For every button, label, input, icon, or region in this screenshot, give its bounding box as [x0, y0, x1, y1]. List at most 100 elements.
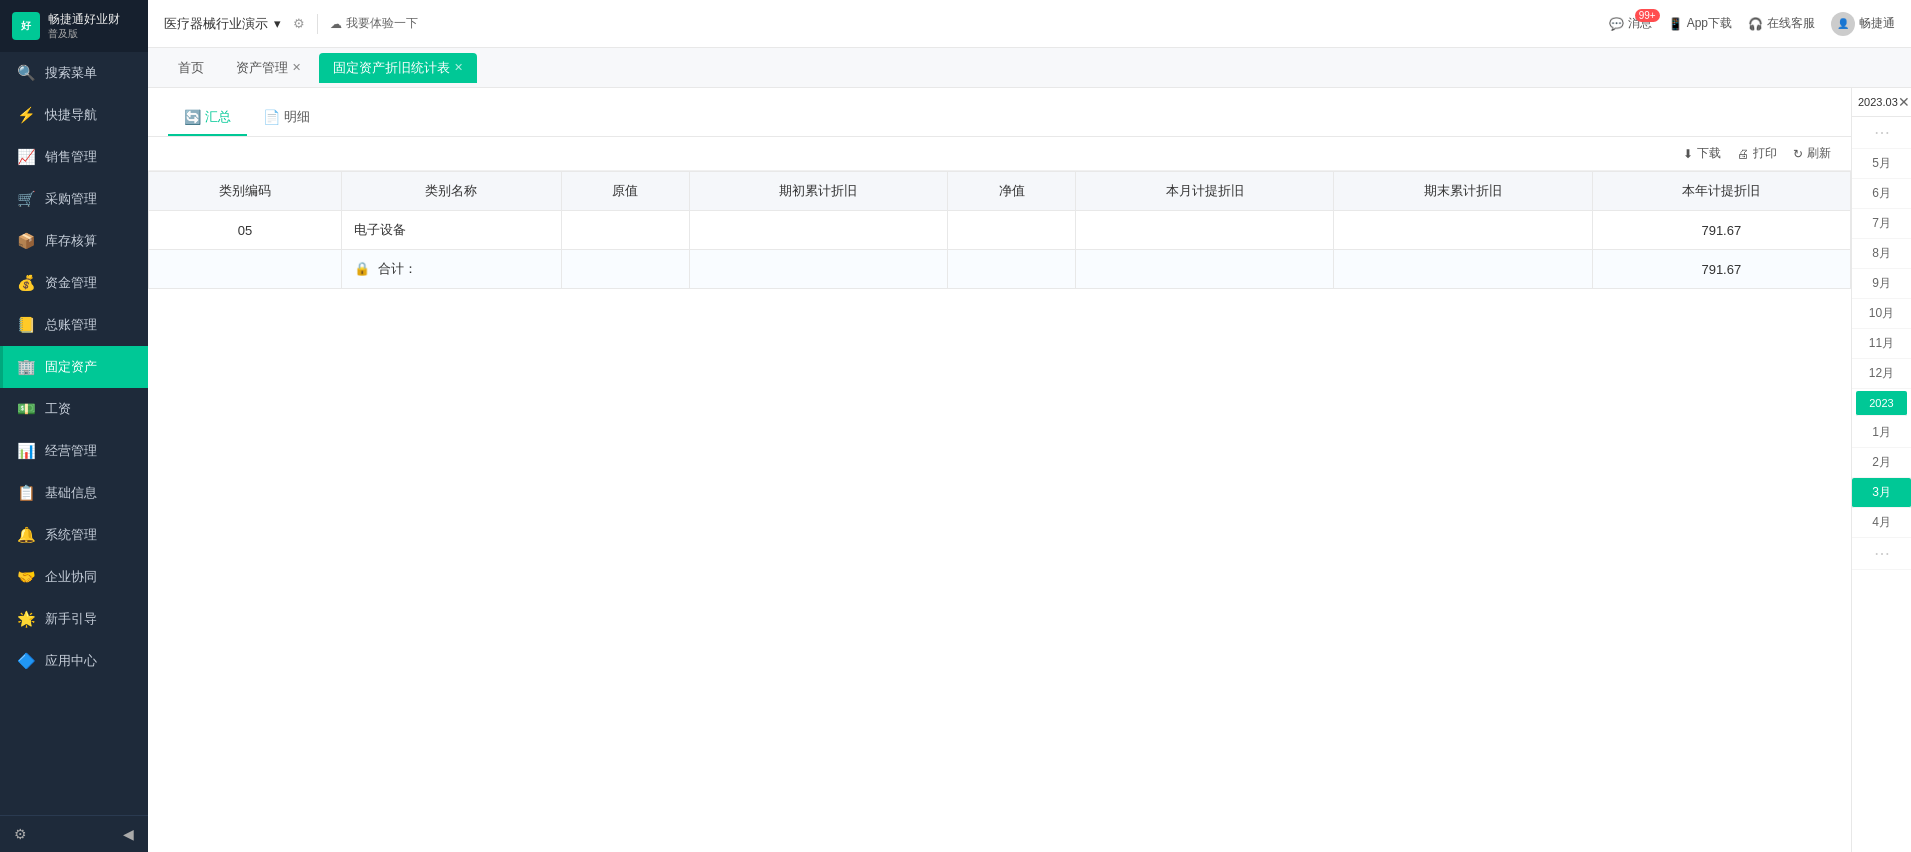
summary-icon: 🔄 — [184, 109, 201, 125]
settings-gear-icon[interactable]: ⚙ — [293, 16, 305, 31]
topbar-divider — [317, 14, 318, 34]
sidebar-header: 好 畅捷通好业财 普及版 — [0, 0, 148, 52]
sidebar-item-app-center[interactable]: 🔷 应用中心 — [0, 640, 148, 682]
company-name: 医疗器械行业演示 — [164, 15, 268, 33]
col-code: 类别编码 — [149, 172, 342, 211]
asset-mgmt-close-icon[interactable]: ✕ — [292, 61, 301, 74]
sidebar-item-inventory[interactable]: 📦 库存核算 — [0, 220, 148, 262]
download-button[interactable]: ⬇ 下载 — [1683, 145, 1721, 162]
summary-label: 汇总 — [205, 108, 231, 126]
month-item-12[interactable]: 12月 — [1852, 359, 1911, 389]
cell-init-dep — [689, 211, 947, 250]
sidebar-item-operations[interactable]: 📊 经营管理 — [0, 430, 148, 472]
collapse-icon[interactable]: ◀ — [123, 826, 134, 842]
sidebar-item-basic-info[interactable]: 📋 基础信息 — [0, 472, 148, 514]
col-end-dep: 期末累计折旧 — [1334, 172, 1592, 211]
feature-trial[interactable]: ☁ 我要体验一下 — [330, 15, 418, 32]
sidebar-item-search[interactable]: 🔍 搜索菜单 — [0, 52, 148, 94]
operations-icon: 📊 — [17, 442, 35, 460]
month-item-8[interactable]: 8月 — [1852, 239, 1911, 269]
cloud-icon: ☁ — [330, 17, 342, 31]
main-area: 医疗器械行业演示 ▾ ⚙ ☁ 我要体验一下 💬 消息 99+ 📱 App下载 🎧… — [148, 0, 1911, 852]
sidebar-item-label: 基础信息 — [45, 484, 97, 502]
month-item-7[interactable]: 7月 — [1852, 209, 1911, 239]
tab-home[interactable]: 首页 — [164, 53, 218, 83]
sidebar-item-label: 销售管理 — [45, 148, 97, 166]
settings-icon[interactable]: ⚙ — [14, 826, 27, 842]
online-service-label: 在线客服 — [1767, 15, 1815, 32]
close-panel-icon[interactable]: ✕ — [1898, 94, 1910, 110]
sidebar-item-purchase[interactable]: 🛒 采购管理 — [0, 178, 148, 220]
app-version: 普及版 — [48, 27, 120, 41]
app-center-icon: 🔷 — [17, 652, 35, 670]
month-item-2023-2[interactable]: 2月 — [1852, 448, 1911, 478]
fixed-assets-icon: 🏢 — [17, 358, 35, 376]
sidebar-item-cooperation[interactable]: 🤝 企业协同 — [0, 556, 148, 598]
sidebar-item-finance[interactable]: 💰 资金管理 — [0, 262, 148, 304]
sidebar-item-label: 资金管理 — [45, 274, 97, 292]
month-item-2023-4[interactable]: 4月 — [1852, 508, 1911, 538]
print-button[interactable]: 🖨 打印 — [1737, 145, 1777, 162]
message-action[interactable]: 💬 消息 99+ — [1609, 15, 1652, 32]
detail-label: 明细 — [284, 108, 310, 126]
sidebar-item-guide[interactable]: 🌟 新手引导 — [0, 598, 148, 640]
app-download-action[interactable]: 📱 App下载 — [1668, 15, 1732, 32]
sidebar-item-label: 搜索菜单 — [45, 64, 97, 82]
chevron-down-icon: ▾ — [274, 16, 281, 31]
headset-icon: 🎧 — [1748, 17, 1763, 31]
sub-tab-detail[interactable]: 📄 明细 — [247, 100, 326, 136]
total-empty — [149, 250, 342, 289]
sidebar-item-label: 新手引导 — [45, 610, 97, 628]
sidebar-item-sales[interactable]: 📈 销售管理 — [0, 136, 148, 178]
sidebar-item-quick-nav[interactable]: ⚡ 快捷导航 — [0, 94, 148, 136]
sidebar-item-label: 库存核算 — [45, 232, 97, 250]
print-label: 打印 — [1753, 145, 1777, 162]
total-init-dep — [689, 250, 947, 289]
scroll-down-indicator[interactable]: ⋯ — [1852, 538, 1911, 570]
table-row: 05 电子设备 791.67 — [149, 211, 1851, 250]
avatar: 👤 — [1831, 12, 1855, 36]
month-item-10[interactable]: 10月 — [1852, 299, 1911, 329]
refresh-button[interactable]: ↻ 刷新 — [1793, 145, 1831, 162]
sidebar-item-label: 经营管理 — [45, 442, 97, 460]
sales-icon: 📈 — [17, 148, 35, 166]
depreciation-tab-label: 固定资产折旧统计表 — [333, 59, 450, 77]
month-item-5[interactable]: 5月 — [1852, 149, 1911, 179]
tab-depreciation[interactable]: 固定资产折旧统计表 ✕ — [319, 53, 477, 83]
guide-icon: 🌟 — [17, 610, 35, 628]
sidebar-item-salary[interactable]: 💵 工资 — [0, 388, 148, 430]
sidebar-nav: 🔍 搜索菜单⚡ 快捷导航📈 销售管理🛒 采购管理📦 库存核算💰 资金管理📒 总账… — [0, 52, 148, 815]
month-item-6[interactable]: 6月 — [1852, 179, 1911, 209]
total-original — [561, 250, 689, 289]
user-menu[interactable]: 👤 畅捷通 — [1831, 12, 1895, 36]
quick-nav-icon: ⚡ — [17, 106, 35, 124]
month-item-11[interactable]: 11月 — [1852, 329, 1911, 359]
right-panel-header: 2023.03 ✕ ⛶ — [1852, 88, 1911, 117]
col-original: 原值 — [561, 172, 689, 211]
tab-asset-mgmt[interactable]: 资产管理 ✕ — [222, 53, 315, 83]
sidebar-item-label: 企业协同 — [45, 568, 97, 586]
total-net — [948, 250, 1076, 289]
cell-end-dep — [1334, 211, 1592, 250]
asset-mgmt-tab-label: 资产管理 — [236, 59, 288, 77]
company-selector[interactable]: 医疗器械行业演示 ▾ — [164, 15, 281, 33]
sidebar-item-ledger[interactable]: 📒 总账管理 — [0, 304, 148, 346]
sidebar: 好 畅捷通好业财 普及版 🔍 搜索菜单⚡ 快捷导航📈 销售管理🛒 采购管理📦 库… — [0, 0, 148, 852]
month-item-2023-3[interactable]: 3月 — [1852, 478, 1911, 508]
month-item-9[interactable]: 9月 — [1852, 269, 1911, 299]
sidebar-item-system[interactable]: 🔔 系统管理 — [0, 514, 148, 556]
feature-label: 我要体验一下 — [346, 15, 418, 32]
month-item-2023-1[interactable]: 1月 — [1852, 418, 1911, 448]
total-label-text: 合计： — [378, 261, 417, 276]
sidebar-item-fixed-assets[interactable]: 🏢 固定资产 — [0, 346, 148, 388]
depreciation-close-icon[interactable]: ✕ — [454, 61, 463, 74]
print-icon: 🖨 — [1737, 147, 1749, 161]
tabs-bar: 首页 资产管理 ✕ 固定资产折旧统计表 ✕ — [148, 48, 1911, 88]
sub-tab-summary[interactable]: 🔄 汇总 — [168, 100, 247, 136]
search-icon: 🔍 — [17, 64, 35, 82]
col-annual-dep: 本年计提折旧 — [1592, 172, 1850, 211]
online-service-action[interactable]: 🎧 在线客服 — [1748, 15, 1815, 32]
ledger-icon: 📒 — [17, 316, 35, 334]
scroll-up-indicator[interactable]: ⋯ — [1852, 117, 1911, 149]
sidebar-item-label: 系统管理 — [45, 526, 97, 544]
